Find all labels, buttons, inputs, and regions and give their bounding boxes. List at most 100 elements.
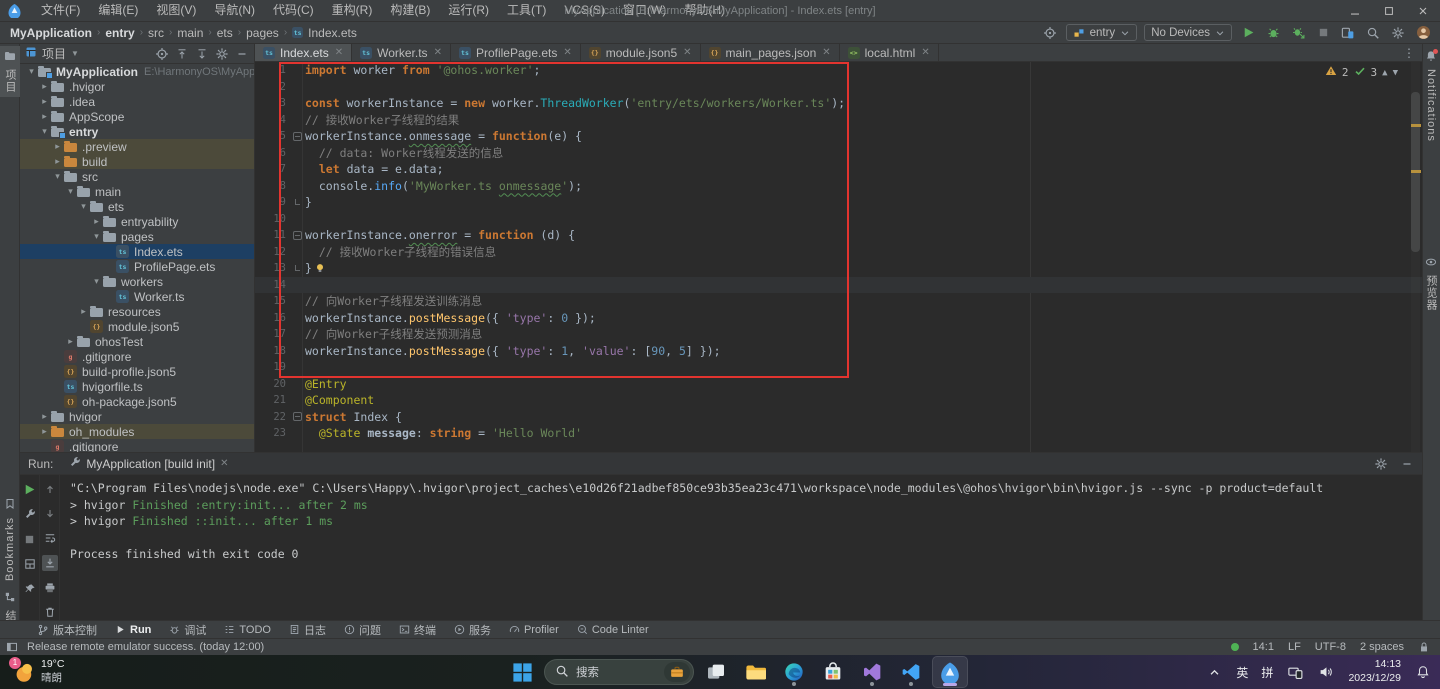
tree-chevron-icon[interactable]: ▸ bbox=[38, 111, 51, 122]
minimize-panel-icon[interactable] bbox=[1400, 457, 1414, 471]
tree-item-workers[interactable]: ▾ workers bbox=[20, 274, 254, 289]
close-icon[interactable]: ✕ bbox=[220, 458, 228, 469]
print-icon[interactable] bbox=[42, 580, 58, 596]
editor-tab-module-json5[interactable]: {} module.json5 ✕ bbox=[581, 44, 701, 61]
tree-item-ets[interactable]: ▾ ets bbox=[20, 199, 254, 214]
taskbar-app-store[interactable] bbox=[816, 657, 850, 687]
locate-file-icon[interactable] bbox=[154, 46, 169, 61]
tree-chevron-icon[interactable]: ▾ bbox=[25, 66, 38, 77]
close-icon[interactable]: ✕ bbox=[921, 47, 929, 58]
ime-language-indicator[interactable]: 英 bbox=[1236, 664, 1248, 681]
tool-window-button-调试[interactable]: 调试 bbox=[160, 621, 215, 638]
tool-window-button-todo[interactable]: TODO bbox=[215, 621, 280, 638]
tree-chevron-icon[interactable]: ▾ bbox=[90, 276, 103, 287]
breadcrumb-item[interactable]: entry bbox=[105, 26, 134, 40]
code-line-12[interactable]: 12 // 接收Worker子线程的错误信息 bbox=[255, 244, 1422, 261]
encoding-indicator[interactable]: UTF-8 bbox=[1315, 641, 1346, 653]
tree-chevron-icon[interactable]: ▸ bbox=[38, 411, 51, 422]
taskbar-clock[interactable]: 14:13 2023/12/29 bbox=[1348, 658, 1401, 685]
taskbar-app-taskview[interactable] bbox=[699, 657, 733, 687]
editor-tab-main-pages-json[interactable]: {} main_pages.json ✕ bbox=[701, 44, 840, 61]
editor-tab-profilepage-ets[interactable]: ts ProfilePage.ets ✕ bbox=[451, 44, 581, 61]
lock-icon[interactable] bbox=[1418, 641, 1430, 653]
menu-item[interactable]: 运行(R) bbox=[439, 0, 498, 21]
device-manager-icon[interactable] bbox=[1339, 24, 1357, 42]
panel-settings-gear-icon[interactable] bbox=[214, 46, 229, 61]
tree-chevron-icon[interactable]: ▸ bbox=[51, 156, 64, 167]
breadcrumb-item[interactable]: src bbox=[148, 26, 164, 40]
code-line-23[interactable]: 23 @State message: string = 'Hello World… bbox=[255, 425, 1422, 442]
debug-button[interactable] bbox=[1264, 24, 1282, 42]
chevron-down-icon[interactable]: ▼ bbox=[71, 49, 79, 58]
breadcrumb-item[interactable]: Index.ets bbox=[308, 26, 357, 40]
tree-item-myapplication[interactable]: ▾ MyApplication E:\HarmonyOS\MyApplication bbox=[20, 64, 254, 79]
scrollbar-warning-mark[interactable] bbox=[1411, 170, 1421, 173]
breadcrumb-item[interactable]: MyApplication bbox=[10, 26, 92, 40]
tree-item-module-json5[interactable]: {} module.json5 bbox=[20, 319, 254, 334]
breadcrumb-item[interactable]: ets bbox=[217, 26, 233, 40]
maximize-button[interactable] bbox=[1372, 0, 1406, 21]
code-line-14[interactable]: 14 bbox=[255, 276, 1422, 293]
fold-marker-icon[interactable] bbox=[289, 230, 305, 240]
restore-layout-icon[interactable] bbox=[22, 556, 38, 572]
tree-item-main[interactable]: ▾ main bbox=[20, 184, 254, 199]
tool-window-toggle-icon[interactable] bbox=[5, 640, 19, 654]
tabs-overflow-icon[interactable]: ⋮ bbox=[1396, 44, 1422, 61]
minimize-button[interactable] bbox=[1338, 0, 1372, 21]
cast-screen-icon[interactable] bbox=[1286, 663, 1304, 681]
code-line-9[interactable]: 9} bbox=[255, 194, 1422, 211]
code-line-6[interactable]: 6 // data: Worker线程发送的信息 bbox=[255, 145, 1422, 162]
stop-button[interactable] bbox=[1314, 24, 1332, 42]
target-icon[interactable] bbox=[1041, 24, 1059, 42]
code-line-13[interactable]: 13} bbox=[255, 260, 1422, 277]
tree-item--hvigor[interactable]: ▸ .hvigor bbox=[20, 79, 254, 94]
tree-chevron-icon[interactable]: ▸ bbox=[90, 216, 103, 227]
tree-chevron-icon[interactable]: ▸ bbox=[64, 336, 77, 347]
code-line-15[interactable]: 15 // 向Worker子线程发送训练消息 bbox=[255, 293, 1422, 310]
device-selector[interactable]: No Devices bbox=[1144, 24, 1232, 41]
breadcrumb-item[interactable]: pages bbox=[246, 26, 279, 40]
tree-chevron-icon[interactable]: ▾ bbox=[90, 231, 103, 242]
code-line-21[interactable]: 21 @Component bbox=[255, 392, 1422, 409]
fold-marker-icon[interactable] bbox=[289, 131, 305, 141]
tree-item-worker-ts[interactable]: ts Worker.ts bbox=[20, 289, 254, 304]
tree-chevron-icon[interactable]: ▸ bbox=[38, 96, 51, 107]
menu-item[interactable]: 工具(T) bbox=[498, 0, 555, 21]
tree-item-entryability[interactable]: ▸ entryability bbox=[20, 214, 254, 229]
intention-bulb-icon[interactable] bbox=[315, 263, 325, 273]
ime-mode-indicator[interactable]: 拼 bbox=[1261, 664, 1273, 681]
run-tab[interactable]: MyApplication [build init] ✕ bbox=[69, 456, 228, 471]
code-line-20[interactable]: 20 @Entry bbox=[255, 376, 1422, 393]
close-icon[interactable]: ✕ bbox=[822, 47, 830, 58]
tree-chevron-icon[interactable]: ▾ bbox=[38, 126, 51, 137]
tool-window-button-版本控制[interactable]: 版本控制 bbox=[28, 621, 106, 638]
menu-item[interactable]: 构建(B) bbox=[381, 0, 439, 21]
tree-item--gitignore[interactable]: g .gitignore bbox=[20, 439, 254, 452]
close-icon[interactable]: ✕ bbox=[563, 47, 571, 58]
scrollbar-warning-mark[interactable] bbox=[1411, 124, 1421, 127]
taskbar-app-visualstudio[interactable] bbox=[855, 657, 889, 687]
code-line-11[interactable]: 11 workerInstance.onerror = function (d) … bbox=[255, 227, 1422, 244]
soft-wrap-icon[interactable] bbox=[42, 530, 58, 546]
indent-indicator[interactable]: 2 spaces bbox=[1360, 641, 1404, 653]
code-line-18[interactable]: 18 workerInstance.postMessage({ 'type': 1… bbox=[255, 343, 1422, 360]
code-line-7[interactable]: 7 let data = e.data; bbox=[255, 161, 1422, 178]
menu-item[interactable]: 视图(V) bbox=[147, 0, 205, 21]
code-line-16[interactable]: 16 workerInstance.postMessage({ 'type': 0… bbox=[255, 310, 1422, 327]
tool-window-button-profiler[interactable]: Profiler bbox=[500, 621, 568, 638]
breadcrumb-item[interactable]: main bbox=[177, 26, 203, 40]
tree-item-ohostest[interactable]: ▸ ohosTest bbox=[20, 334, 254, 349]
tree-chevron-icon[interactable]: ▸ bbox=[51, 141, 64, 152]
sidebar-tab-bookmarks[interactable]: Bookmarks bbox=[0, 494, 20, 585]
fold-marker-icon[interactable] bbox=[289, 199, 305, 206]
menu-item[interactable]: 导航(N) bbox=[205, 0, 264, 21]
tree-chevron-icon[interactable]: ▾ bbox=[51, 171, 64, 182]
close-icon[interactable]: ✕ bbox=[434, 47, 442, 58]
tree-item--preview[interactable]: ▸ .preview bbox=[20, 139, 254, 154]
code-line-2[interactable]: 2 bbox=[255, 79, 1422, 96]
code-line-8[interactable]: 8 console.info('MyWorker.ts onmessage'); bbox=[255, 178, 1422, 195]
code-line-10[interactable]: 10 bbox=[255, 211, 1422, 228]
tree-item-hvigor[interactable]: ▸ hvigor bbox=[20, 409, 254, 424]
close-icon[interactable]: ✕ bbox=[335, 47, 343, 58]
tool-window-button-服务[interactable]: 服务 bbox=[445, 621, 500, 638]
